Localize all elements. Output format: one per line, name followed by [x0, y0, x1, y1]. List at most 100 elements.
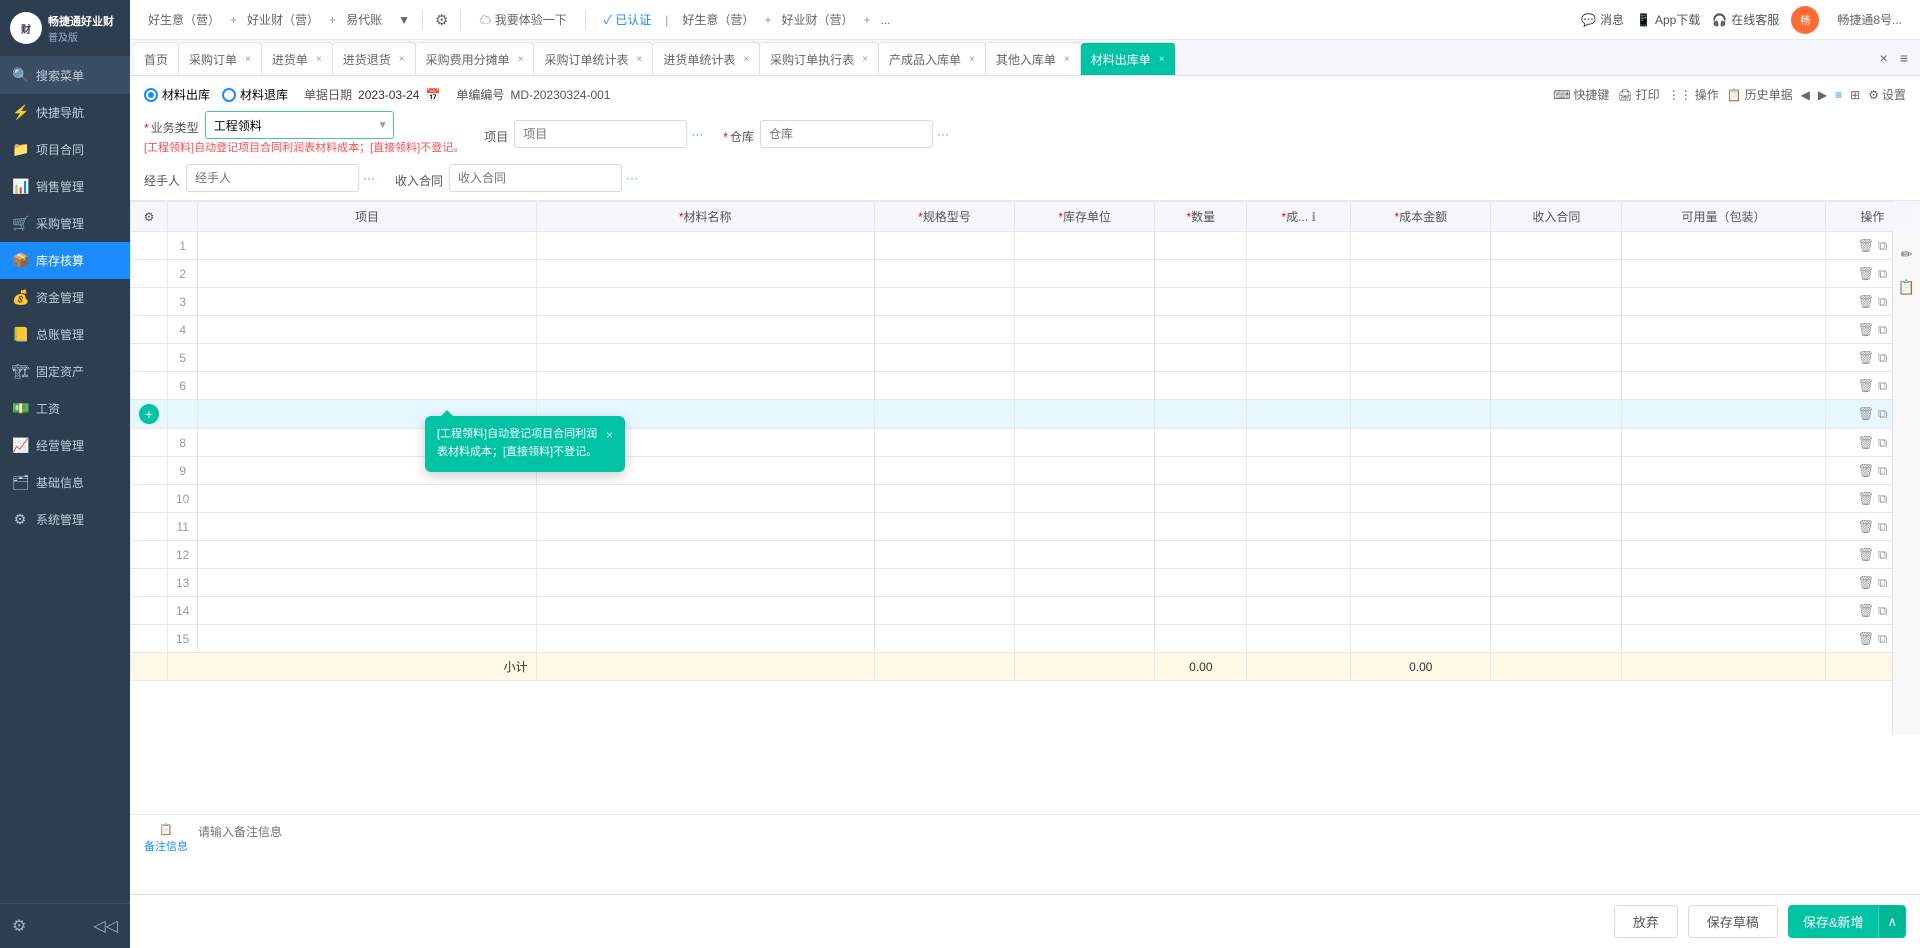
top-nav-good-finance[interactable]: 好业财（营） [241, 11, 325, 28]
sidebar-item-ops[interactable]: 📈 经营管理 [0, 427, 130, 464]
tab-close-btn[interactable]: × [399, 54, 405, 65]
sidebar-settings-btn[interactable]: ⚙ [8, 912, 30, 940]
copy-row-btn[interactable]: ⧉ [1878, 322, 1887, 338]
delete-row-btn[interactable]: 🗑 [1857, 435, 1874, 451]
prev-btn[interactable]: ◀ [1801, 88, 1810, 102]
copy-row-btn[interactable]: ⧉ [1878, 519, 1887, 535]
note-textarea[interactable] [198, 823, 1906, 851]
warehouse-input[interactable] [760, 120, 933, 148]
print-btn[interactable]: 🖨 打印 [1617, 86, 1659, 103]
tab-material-out[interactable]: 材料出库单 × [1081, 42, 1176, 75]
delete-row-btn[interactable]: 🗑 [1857, 519, 1874, 535]
tab-receipt-stat[interactable]: 进货单统计表 × [653, 42, 760, 75]
copy-row-btn[interactable]: ⧉ [1878, 463, 1887, 479]
delete-row-btn[interactable]: 🗑 [1857, 238, 1874, 254]
right-panel-btn3[interactable]: 📋 [1894, 275, 1919, 300]
top-nav-good-biz[interactable]: 好生意（营） [142, 11, 226, 28]
project-dots-btn[interactable]: ··· [691, 127, 703, 141]
delete-row-btn[interactable]: 🗑 [1857, 631, 1874, 647]
sidebar-item-quick-nav[interactable]: ⚡ 快捷导航 [0, 94, 130, 131]
copy-row-btn[interactable]: ⧉ [1878, 238, 1887, 254]
tab-production-in[interactable]: 产成品入库单 × [879, 42, 986, 75]
message-action[interactable]: 💬 消息 [1581, 11, 1624, 28]
copy-row-btn[interactable]: ⧉ [1878, 631, 1887, 647]
agent-dots-btn[interactable]: ··· [363, 171, 375, 185]
tab-list-btn[interactable]: ≡ [1896, 48, 1912, 68]
save-new-arrow-btn[interactable]: ∧ [1878, 905, 1906, 938]
detail-view-btn[interactable]: ⊞ [1850, 88, 1860, 102]
settings-btn[interactable]: ⚙ 设置 [1868, 86, 1906, 103]
tab-close-all-btn[interactable]: × [1876, 48, 1892, 68]
tab-purchase-exec[interactable]: 采购订单执行表 × [760, 42, 879, 75]
copy-row-btn[interactable]: ⧉ [1878, 266, 1887, 282]
quick-key-btn[interactable]: ⌨ 快捷键 [1553, 86, 1609, 103]
user-name[interactable]: 畅捷通8号... [1831, 11, 1908, 28]
top-settings-btn[interactable]: ⚙ [435, 11, 448, 29]
top-nav-more[interactable]: ... [874, 13, 896, 27]
top-nav-good-biz2[interactable]: 好生意（营） [676, 11, 760, 28]
delete-row-btn[interactable]: 🗑 [1857, 547, 1874, 563]
add-row-btn[interactable]: + [139, 404, 159, 424]
delete-row-btn[interactable]: 🗑 [1857, 266, 1874, 282]
tab-home[interactable]: 首页 [134, 42, 179, 75]
delete-row-btn[interactable]: 🗑 [1857, 463, 1874, 479]
delete-row-btn[interactable]: 🗑 [1857, 294, 1874, 310]
delete-row-btn[interactable]: 🗑 [1857, 406, 1874, 422]
app-download-action[interactable]: 📱 App下载 [1636, 11, 1700, 28]
date-value[interactable]: 2023-03-24 [358, 88, 419, 102]
copy-row-btn[interactable]: ⧉ [1878, 378, 1887, 394]
copy-row-btn[interactable]: ⧉ [1878, 575, 1887, 591]
delete-row-btn[interactable]: 🗑 [1857, 350, 1874, 366]
tab-close-btn[interactable]: × [743, 54, 749, 65]
sidebar-item-basic[interactable]: 🗂 基础信息 [0, 464, 130, 501]
sidebar-item-finance[interactable]: 💰 资金管理 [0, 279, 130, 316]
tab-close-btn[interactable]: × [862, 54, 868, 65]
copy-row-btn[interactable]: ⧉ [1878, 603, 1887, 619]
col-settings-th[interactable]: ⚙ [131, 202, 168, 232]
cost-info-icon[interactable]: ℹ [1311, 210, 1316, 224]
tab-close-btn[interactable]: × [518, 54, 524, 65]
col-settings-icon[interactable]: ⚙ [144, 210, 155, 224]
abandon-btn[interactable]: 放弃 [1614, 905, 1678, 938]
income-contract-input[interactable] [449, 164, 622, 192]
material-out-radio[interactable]: 材料出库 [144, 86, 210, 103]
project-input[interactable] [514, 120, 687, 148]
online-service-action[interactable]: 🎧 在线客服 [1712, 11, 1779, 28]
sidebar-item-salary[interactable]: 💵 工资 [0, 390, 130, 427]
tab-close-btn[interactable]: × [636, 54, 642, 65]
sidebar-item-ledger[interactable]: 📒 总账管理 [0, 316, 130, 353]
copy-row-btn[interactable]: ⧉ [1878, 350, 1887, 366]
copy-row-btn[interactable]: ⧉ [1878, 491, 1887, 507]
copy-row-btn[interactable]: ⧉ [1878, 547, 1887, 563]
top-nav-dropdown-btn[interactable]: ▼ [398, 13, 410, 27]
tab-receipt[interactable]: 进货单 × [262, 42, 333, 75]
sidebar-item-sales[interactable]: 📊 销售管理 [0, 168, 130, 205]
income-contract-dots-btn[interactable]: ··· [626, 171, 638, 185]
warehouse-dots-btn[interactable]: ··· [937, 127, 949, 141]
save-new-btn[interactable]: 保存&新增 [1788, 905, 1879, 938]
calendar-icon[interactable]: 📅 [425, 88, 440, 102]
sidebar-item-system[interactable]: ⚙ 系统管理 [0, 501, 130, 538]
right-panel-btn2[interactable]: ✏ [1897, 242, 1917, 267]
tab-close-btn[interactable]: × [1064, 54, 1070, 65]
sidebar-item-project[interactable]: 📁 项目合同 [0, 131, 130, 168]
delete-row-btn[interactable]: 🗑 [1857, 575, 1874, 591]
copy-row-btn[interactable]: ⧉ [1878, 294, 1887, 310]
copy-row-btn[interactable]: ⧉ [1878, 406, 1887, 422]
tab-close-btn[interactable]: × [1159, 54, 1165, 65]
agent-input[interactable] [186, 164, 359, 192]
top-nav-verified[interactable]: ✓ 已认证 [598, 11, 658, 28]
tab-close-btn[interactable]: × [969, 54, 975, 65]
sidebar-item-assets[interactable]: 🏗 固定资产 [0, 353, 130, 390]
tab-return-goods[interactable]: 进货退货 × [333, 42, 416, 75]
tab-purchase-order[interactable]: 采购订单 × [179, 42, 262, 75]
delete-row-btn[interactable]: 🗑 [1857, 491, 1874, 507]
save-draft-btn[interactable]: 保存草稿 [1688, 905, 1778, 938]
sidebar-item-inventory[interactable]: 📦 库存核算 [0, 242, 130, 279]
operations-btn[interactable]: ⋮⋮ 操作 [1668, 86, 1719, 103]
list-view-btn[interactable]: ≡ [1835, 88, 1842, 102]
tab-other-in[interactable]: 其他入库单 × [986, 42, 1081, 75]
top-nav-easy-erp[interactable]: 易代账 [340, 11, 388, 28]
tab-purchase-expense[interactable]: 采购费用分摊单 × [416, 42, 535, 75]
top-nav-good-finance2[interactable]: 好业财（营） [775, 11, 859, 28]
